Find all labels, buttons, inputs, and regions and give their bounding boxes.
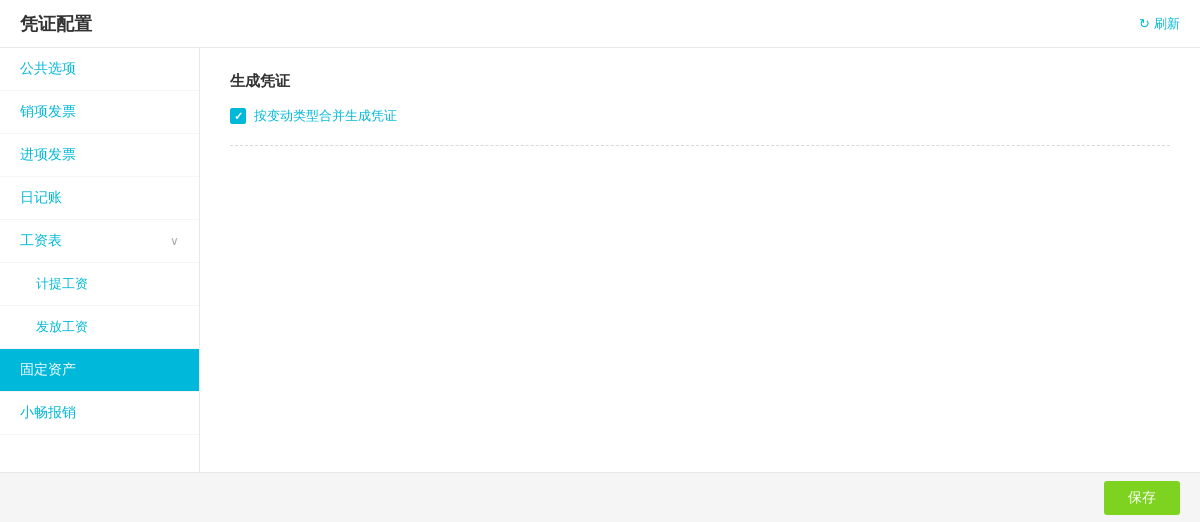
sidebar-item-label: 工资表 xyxy=(20,232,62,250)
checkbox-label[interactable]: 按变动类型合并生成凭证 xyxy=(254,107,397,125)
sidebar-item-label: 小畅报销 xyxy=(20,404,76,422)
section-divider xyxy=(230,145,1170,146)
sidebar-item-accrued-wages[interactable]: 计提工资 xyxy=(0,263,199,306)
sidebar-item-label: 固定资产 xyxy=(20,361,76,379)
sidebar-item-public-options[interactable]: 公共选项 xyxy=(0,48,199,91)
sidebar-item-payroll-table[interactable]: 工资表 ∨ xyxy=(0,220,199,263)
sidebar-item-label: 日记账 xyxy=(20,189,62,207)
sidebar-item-label: 计提工资 xyxy=(36,275,88,293)
sidebar: 公共选项销项发票进项发票日记账工资表 ∨ 计提工资发放工资固定资产小畅报销 xyxy=(0,48,200,472)
sidebar-item-expense-reimbursement[interactable]: 小畅报销 xyxy=(0,392,199,435)
content-area: 公共选项销项发票进项发票日记账工资表 ∨ 计提工资发放工资固定资产小畅报销 生成凭证… xyxy=(0,48,1200,472)
merge-checkbox[interactable]: ✓ xyxy=(230,108,246,124)
checkbox-row: ✓ 按变动类型合并生成凭证 xyxy=(230,107,1170,125)
sidebar-item-label: 公共选项 xyxy=(20,60,76,78)
refresh-label: 刷新 xyxy=(1154,15,1180,33)
sidebar-item-label: 进项发票 xyxy=(20,146,76,164)
refresh-icon: ↻ xyxy=(1139,16,1150,31)
page-wrapper: 凭证配置 ↻ 刷新 公共选项销项发票进项发票日记账工资表 ∨ 计提工资发放工资固定资… xyxy=(0,0,1200,522)
sidebar-item-purchase-invoice[interactable]: 进项发票 xyxy=(0,134,199,177)
sidebar-item-sales-invoice[interactable]: 销项发票 xyxy=(0,91,199,134)
sidebar-item-label: 销项发票 xyxy=(20,103,76,121)
save-button[interactable]: 保存 xyxy=(1104,481,1180,515)
sidebar-item-pay-wages[interactable]: 发放工资 xyxy=(0,306,199,349)
page-title: 凭证配置 xyxy=(20,12,92,36)
main-content: 生成凭证 ✓ 按变动类型合并生成凭证 xyxy=(200,48,1200,472)
section-title: 生成凭证 xyxy=(230,72,1170,91)
sidebar-item-label: 发放工资 xyxy=(36,318,88,336)
page-footer: 保存 xyxy=(0,472,1200,522)
refresh-button[interactable]: ↻ 刷新 xyxy=(1139,15,1180,33)
sidebar-item-fixed-assets[interactable]: 固定资产 xyxy=(0,349,199,392)
page-header: 凭证配置 ↻ 刷新 xyxy=(0,0,1200,48)
sidebar-item-journal[interactable]: 日记账 xyxy=(0,177,199,220)
chevron-down-icon: ∨ xyxy=(170,234,179,248)
check-icon: ✓ xyxy=(234,111,243,122)
